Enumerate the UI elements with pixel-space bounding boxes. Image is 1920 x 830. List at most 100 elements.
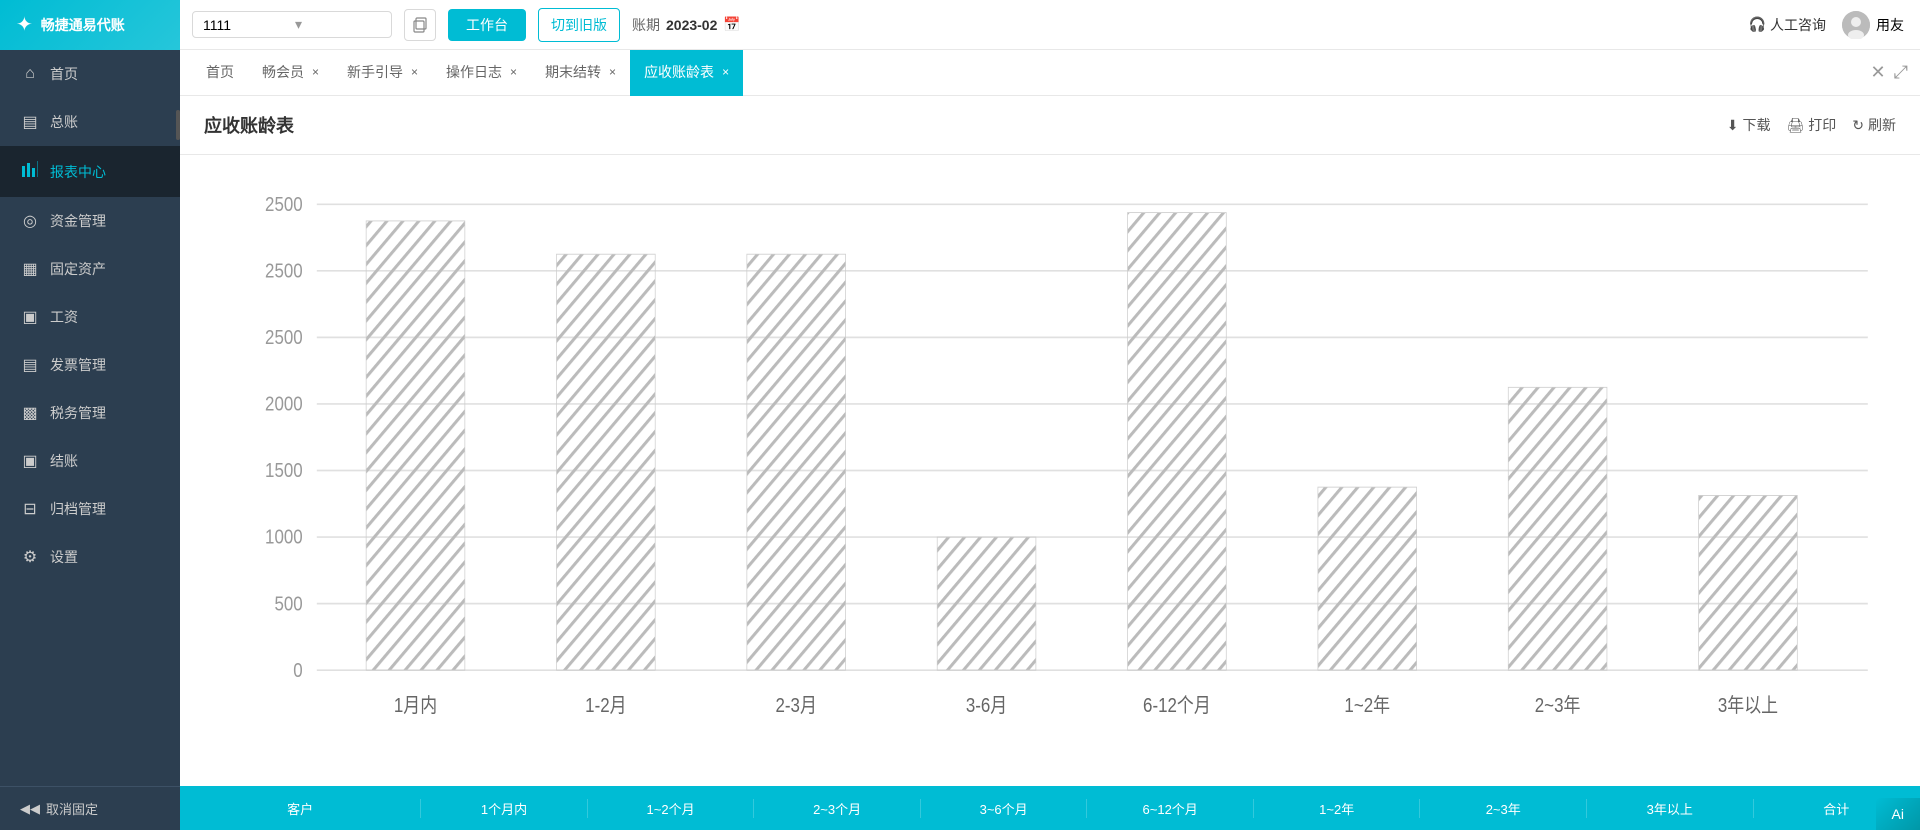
svg-text:1500: 1500 xyxy=(265,459,303,482)
th-3-6month: 3~6个月 xyxy=(921,799,1088,818)
tab-member-close[interactable]: × xyxy=(312,65,319,79)
headset-icon: 🎧 xyxy=(1749,16,1766,33)
content-area: 首页 畅会员 × 新手引导 × 操作日志 × 期末结转 × 应收账龄表 × xyxy=(180,50,1920,830)
sidebar-item-label-reports: 报表中心 xyxy=(50,162,106,182)
account-name: 1111 xyxy=(203,17,289,33)
sidebar-item-home[interactable]: ⌂ 首页 xyxy=(0,50,180,98)
ai-label: Ai xyxy=(1892,806,1904,822)
tab-member[interactable]: 畅会员 × xyxy=(248,50,333,96)
consult-button[interactable]: 🎧 人工咨询 xyxy=(1749,15,1826,35)
sidebar-item-label-settle: 结账 xyxy=(50,451,78,471)
funds-icon: ◎ xyxy=(20,211,40,231)
tab-home-label: 首页 xyxy=(206,62,234,82)
download-label: 下载 xyxy=(1742,115,1770,135)
page-header: 应收账龄表 ⬇ 下载 🖨 打印 ↻ 刷新 xyxy=(180,96,1920,155)
pin-icon: ◀◀ xyxy=(20,801,40,817)
print-icon: 🖨 xyxy=(1786,117,1804,134)
tab-ar-aging-close[interactable]: × xyxy=(722,65,729,79)
sidebar-item-label-salary: 工资 xyxy=(50,307,78,327)
th-1-2year: 1~2年 xyxy=(1254,799,1421,818)
settings-icon: ⚙ xyxy=(20,547,40,567)
tab-home[interactable]: 首页 xyxy=(192,50,248,96)
tab-guide[interactable]: 新手引导 × xyxy=(333,50,432,96)
logo-icon: ✦ xyxy=(16,12,33,37)
svg-text:500: 500 xyxy=(274,592,302,615)
reports-icon xyxy=(20,160,40,183)
th-customer: 客户 xyxy=(180,799,421,818)
sidebar-item-invoice[interactable]: ▤ 发票管理 xyxy=(0,341,180,389)
chevron-down-icon: ▾ xyxy=(295,16,381,33)
salary-icon: ▣ xyxy=(20,307,40,327)
sidebar-item-label-tax: 税务管理 xyxy=(50,403,106,423)
avatar-icon xyxy=(1842,11,1870,39)
cancel-pin-label: 取消固定 xyxy=(46,799,98,818)
ai-badge[interactable]: Ai xyxy=(1876,798,1920,830)
home-icon: ⌂ xyxy=(20,65,40,83)
tab-period-end-close[interactable]: × xyxy=(609,65,616,79)
svg-text:1月内: 1月内 xyxy=(394,693,437,716)
avatar xyxy=(1842,11,1870,39)
sidebar-item-label-invoice: 发票管理 xyxy=(50,355,106,375)
logo-text: 畅捷通易代账 xyxy=(41,15,125,35)
user-menu[interactable]: 用友 xyxy=(1842,11,1904,39)
th-2-3year: 2~3年 xyxy=(1420,799,1587,818)
th-6-12month: 6~12个月 xyxy=(1087,799,1254,818)
svg-text:3年以上: 3年以上 xyxy=(1718,693,1778,716)
ledger-icon: ▤ xyxy=(20,112,40,132)
top-bar: ✦ 畅捷通易代账 1111 ▾ 工作台 切到旧版 账期 2023-02 📅 🎧 … xyxy=(0,0,1920,50)
download-button[interactable]: ⬇ 下载 xyxy=(1727,115,1771,135)
print-button[interactable]: 🖨 打印 xyxy=(1786,115,1836,135)
close-tab-button[interactable]: ✕ xyxy=(1871,62,1886,83)
sidebar-scrollbar xyxy=(176,110,180,140)
sidebar-item-settings[interactable]: ⚙ 设置 xyxy=(0,533,180,581)
th-3plus-year: 3年以上 xyxy=(1587,799,1754,818)
refresh-icon: ↻ xyxy=(1852,117,1864,134)
refresh-button[interactable]: ↻ 刷新 xyxy=(1852,115,1896,135)
logo: ✦ 畅捷通易代账 xyxy=(0,0,180,50)
calendar-icon[interactable]: 📅 xyxy=(723,16,740,33)
tab-member-label: 畅会员 xyxy=(262,62,304,82)
copy-button[interactable] xyxy=(404,9,436,41)
sidebar-item-reports[interactable]: 报表中心 xyxy=(0,146,180,197)
workbench-button[interactable]: 工作台 xyxy=(448,9,526,41)
page-title: 应收账龄表 xyxy=(204,112,294,138)
print-label: 打印 xyxy=(1808,115,1836,135)
sidebar-item-salary[interactable]: ▣ 工资 xyxy=(0,293,180,341)
tab-guide-close[interactable]: × xyxy=(411,65,418,79)
sidebar-item-label-settings: 设置 xyxy=(50,547,78,567)
tab-log-close[interactable]: × xyxy=(510,65,517,79)
settle-icon: ▣ xyxy=(20,451,40,471)
tab-log[interactable]: 操作日志 × xyxy=(432,50,531,96)
sidebar-item-funds[interactable]: ◎ 资金管理 xyxy=(0,197,180,245)
tab-period-end[interactable]: 期末结转 × xyxy=(531,50,630,96)
tab-ar-aging[interactable]: 应收账龄表 × xyxy=(630,50,743,96)
tab-ar-aging-label: 应收账龄表 xyxy=(644,62,714,82)
period-label: 账期 xyxy=(632,15,660,35)
account-selector[interactable]: 1111 ▾ xyxy=(192,11,392,38)
sidebar-item-label-assets: 固定资产 xyxy=(50,259,106,279)
refresh-label: 刷新 xyxy=(1868,115,1896,135)
copy-icon xyxy=(412,17,428,33)
svg-text:3-6月: 3-6月 xyxy=(966,693,1007,716)
cancel-pin-button[interactable]: ◀◀ 取消固定 xyxy=(0,786,180,830)
maximize-tab-button[interactable]: ⤢ xyxy=(1894,62,1908,83)
sidebar-item-settle[interactable]: ▣ 结账 xyxy=(0,437,180,485)
svg-text:6-12个月: 6-12个月 xyxy=(1143,693,1211,716)
invoice-icon: ▤ xyxy=(20,355,40,375)
period-area: 账期 2023-02 📅 xyxy=(632,15,741,35)
page-actions: ⬇ 下载 🖨 打印 ↻ 刷新 xyxy=(1727,115,1896,135)
svg-text:2500: 2500 xyxy=(265,259,303,282)
chart-area: 2500 2500 2500 2000 1500 1000 500 0 xyxy=(180,155,1920,786)
sidebar-item-assets[interactable]: ▦ 固定资产 xyxy=(0,245,180,293)
table-header: 客户 1个月内 1~2个月 2~3个月 3~6个月 6~12个月 1~2年 2~… xyxy=(180,786,1920,830)
sidebar-item-label-funds: 资金管理 xyxy=(50,211,106,231)
sidebar-item-label-ledger: 总账 xyxy=(50,112,78,132)
sidebar-item-ledger[interactable]: ▤ 总账 xyxy=(0,98,180,146)
sidebar-item-archive[interactable]: ⊟ 归档管理 xyxy=(0,485,180,533)
svg-text:1000: 1000 xyxy=(265,525,303,548)
sidebar-item-tax[interactable]: ▩ 税务管理 xyxy=(0,389,180,437)
svg-text:1-2月: 1-2月 xyxy=(585,693,626,716)
bar-chart: 2500 2500 2500 2000 1500 1000 500 0 xyxy=(204,171,1896,770)
switch-version-button[interactable]: 切到旧版 xyxy=(538,8,620,42)
page-content: 应收账龄表 ⬇ 下载 🖨 打印 ↻ 刷新 xyxy=(180,96,1920,830)
